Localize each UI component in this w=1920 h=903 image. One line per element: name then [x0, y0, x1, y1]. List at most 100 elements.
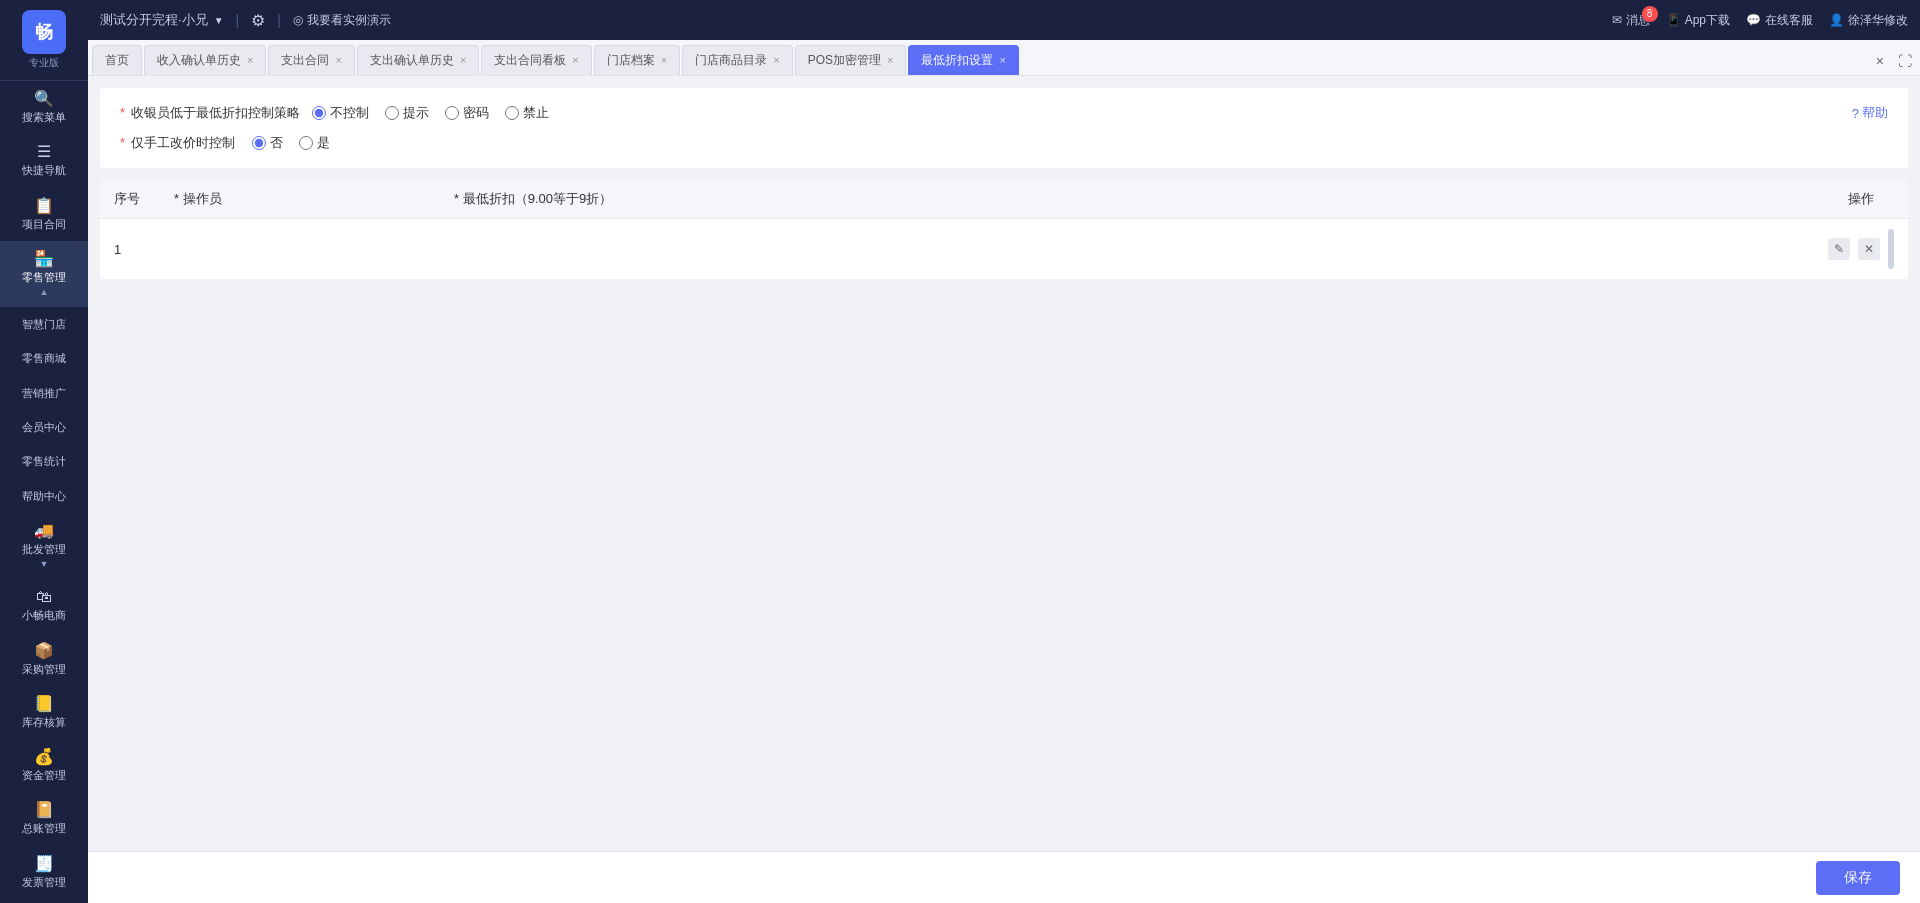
sidebar-item-ecommerce[interactable]: 🛍 小畅电商: [0, 579, 88, 632]
inventory-icon: 📒: [34, 696, 54, 712]
sidebar-label-retailmall: 零售商城: [22, 351, 66, 365]
tab-store-archive-close[interactable]: ×: [661, 55, 667, 66]
required-star-2: *: [120, 135, 125, 150]
save-button[interactable]: 保存: [1816, 861, 1900, 895]
table-cell-num: 1: [100, 219, 160, 280]
radio-yes-label: 是: [317, 134, 330, 152]
tab-home[interactable]: 首页: [92, 45, 142, 75]
user-label: 徐泽华修改: [1848, 12, 1908, 29]
edit-icon[interactable]: ✎: [1828, 238, 1850, 260]
topbar-demo[interactable]: ◎ 我要看实例演示: [293, 12, 391, 29]
tab-income-history-close[interactable]: ×: [247, 55, 253, 66]
manual-label: * 仅手工改价时控制: [120, 134, 240, 152]
sidebar-item-quicknav[interactable]: ☰ 快捷导航: [0, 134, 88, 187]
sidebar-item-smartstore[interactable]: 智慧门店: [0, 307, 88, 341]
tab-expense-history[interactable]: 支出确认单历史 ×: [357, 45, 479, 75]
tab-store-archive[interactable]: 门店档案 ×: [594, 45, 680, 75]
sidebar-label-search: 搜索菜单: [22, 110, 66, 124]
delete-icon[interactable]: ✕: [1858, 238, 1880, 260]
radio-forbid[interactable]: 禁止: [505, 104, 549, 122]
sidebar-label-purchase: 采购管理: [22, 662, 66, 676]
sidebar-item-contract[interactable]: 📋 项目合同: [0, 188, 88, 241]
sidebar-label-marketing: 营销推广: [22, 386, 66, 400]
tab-expand-btn[interactable]: ⛶: [1894, 51, 1916, 71]
sidebar-item-retailstat[interactable]: 零售统计: [0, 444, 88, 478]
table-card: 序号 * 操作员 * 最低折扣（9.00等于9折） 操作 1 ✎: [100, 180, 1908, 280]
demo-text: 我要看实例演示: [307, 12, 391, 29]
topbar-user[interactable]: 👤 徐泽华修改: [1829, 12, 1908, 29]
topbar-separator2: |: [277, 12, 281, 28]
radio-no-label: 否: [270, 134, 283, 152]
table-header-row: 序号 * 操作员 * 最低折扣（9.00等于9折） 操作: [100, 180, 1908, 219]
sidebar-label-funds: 资金管理: [22, 768, 66, 782]
sidebar-item-retailmall[interactable]: 零售商城: [0, 341, 88, 375]
help-link[interactable]: ? 帮助: [1852, 104, 1888, 122]
app-icon: 📱: [1666, 13, 1681, 27]
topbar: 测试分开完程·小兄 ▼ | ⚙ | ◎ 我要看实例演示 ✉ 消息 8 📱 App…: [88, 0, 1920, 40]
tab-pos-mgmt[interactable]: POS加密管理 ×: [795, 45, 907, 75]
tab-expense-contract-close[interactable]: ×: [335, 55, 341, 66]
tab-store-products-close[interactable]: ×: [773, 55, 779, 66]
radio-no-control[interactable]: 不控制: [312, 104, 369, 122]
sidebar-item-funds[interactable]: 💰 资金管理: [0, 739, 88, 792]
tab-expense-history-close[interactable]: ×: [460, 55, 466, 66]
tabs-bar-right: × ⛶: [1872, 51, 1916, 75]
radio-remind[interactable]: 提示: [385, 104, 429, 122]
topbar-right: ✉ 消息 8 📱 App下载 💬 在线客服 👤 徐泽华修改: [1612, 12, 1908, 29]
tab-min-discount[interactable]: 最低折扣设置 ×: [908, 45, 1018, 75]
sidebar-item-search[interactable]: 🔍 搜索菜单: [0, 81, 88, 134]
app-label: App下载: [1685, 12, 1730, 29]
sidebar: 畅 专业版 🔍 搜索菜单 ☰ 快捷导航 📋 项目合同 🏪 零售管理 ▲ 智慧门店…: [0, 0, 88, 903]
topbar-appdownload[interactable]: 📱 App下载: [1666, 12, 1730, 29]
sidebar-item-ledger[interactable]: 📔 总账管理: [0, 792, 88, 845]
content-area: * 收银员低于最低折扣控制策略 不控制 提示 密码: [88, 76, 1920, 851]
sidebar-label-ledger: 总账管理: [22, 821, 66, 835]
table-cell-discount: [440, 219, 1814, 280]
sidebar-logo: 畅 专业版: [0, 0, 88, 81]
quicknav-icon: ☰: [37, 144, 51, 160]
action-icons: ✎ ✕: [1828, 229, 1894, 269]
tab-min-discount-close[interactable]: ×: [999, 55, 1005, 66]
tab-expense-board-close[interactable]: ×: [572, 55, 578, 66]
tab-income-history-label: 收入确认单历史: [157, 52, 241, 69]
wholesale-arrow-icon: ▼: [40, 559, 49, 569]
sidebar-label-contract: 项目合同: [22, 217, 66, 231]
col-header-discount: * 最低折扣（9.00等于9折）: [440, 180, 1814, 219]
sidebar-label-invoice: 发票管理: [22, 875, 66, 889]
tab-close-btn[interactable]: ×: [1872, 51, 1888, 71]
purchase-icon: 📦: [34, 643, 54, 659]
topbar-settings-icon[interactable]: ⚙: [251, 11, 265, 30]
table-cell-action: ✎ ✕: [1814, 219, 1908, 280]
sidebar-item-invoice[interactable]: 🧾 发票管理: [0, 846, 88, 899]
radio-no[interactable]: 否: [252, 134, 283, 152]
topbar-project[interactable]: 测试分开完程·小兄 ▼: [100, 11, 224, 29]
strategy-label: * 收银员低于最低折扣控制策略: [120, 104, 300, 122]
topbar-service[interactable]: 💬 在线客服: [1746, 12, 1813, 29]
tab-expense-board[interactable]: 支出合同看板 ×: [481, 45, 591, 75]
data-table: 序号 * 操作员 * 最低折扣（9.00等于9折） 操作 1 ✎: [100, 180, 1908, 280]
tab-store-archive-label: 门店档案: [607, 52, 655, 69]
sidebar-item-purchase[interactable]: 📦 采购管理: [0, 633, 88, 686]
tab-expense-contract[interactable]: 支出合同 ×: [268, 45, 354, 75]
help-text: 帮助: [1862, 104, 1888, 122]
form-card: * 收银员低于最低折扣控制策略 不控制 提示 密码: [100, 88, 1908, 168]
sidebar-item-inventory[interactable]: 📒 库存核算: [0, 686, 88, 739]
sidebar-item-wholesale[interactable]: 🚚 批发管理 ▼: [0, 513, 88, 579]
tab-store-products-label: 门店商品目录: [695, 52, 767, 69]
radio-password[interactable]: 密码: [445, 104, 489, 122]
sidebar-item-retail[interactable]: 🏪 零售管理 ▲: [0, 241, 88, 307]
tab-pos-mgmt-close[interactable]: ×: [887, 55, 893, 66]
project-dropdown-icon: ▼: [214, 15, 224, 26]
sidebar-label-ecommerce: 小畅电商: [22, 608, 66, 622]
tab-income-history[interactable]: 收入确认单历史 ×: [144, 45, 266, 75]
col-header-action: 操作: [1814, 180, 1908, 219]
sidebar-item-marketing[interactable]: 营销推广: [0, 376, 88, 410]
sidebar-label-inventory: 库存核算: [22, 715, 66, 729]
topbar-message[interactable]: ✉ 消息 8: [1612, 12, 1650, 29]
radio-yes[interactable]: 是: [299, 134, 330, 152]
sidebar-item-help[interactable]: 帮助中心: [0, 479, 88, 513]
sidebar-item-member[interactable]: 会员中心: [0, 410, 88, 444]
retail-icon: 🏪: [34, 251, 54, 267]
sidebar-item-tax[interactable]: 🏛 税务管理: [0, 899, 88, 903]
tab-store-products[interactable]: 门店商品目录 ×: [682, 45, 792, 75]
